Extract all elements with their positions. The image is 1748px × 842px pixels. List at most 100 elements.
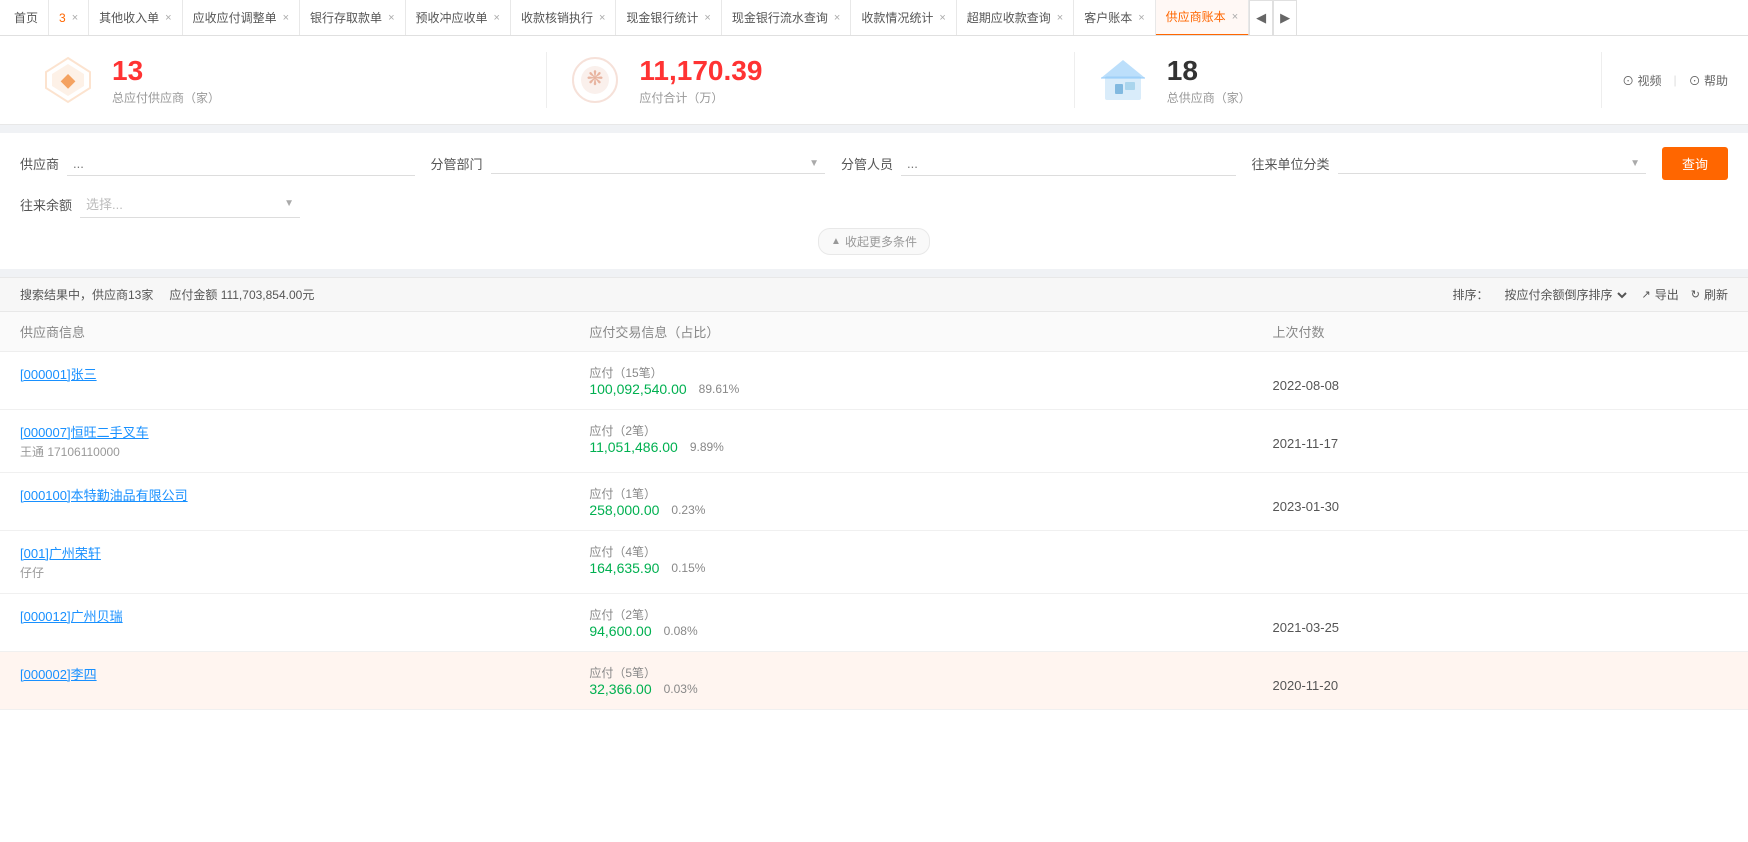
stat-block-total-suppliers: 18 总供应商（家）: [1075, 52, 1602, 108]
top-right-links: ⊙ 视频 | ⊙ 帮助: [1602, 72, 1728, 89]
nav-tab-recv-stat[interactable]: 收款情况统计 ×: [851, 0, 956, 36]
tx-amount[interactable]: 94,600.00: [589, 623, 651, 639]
supplier-link[interactable]: [000012]广州贝瑞: [20, 606, 589, 625]
category-filter-label: 往来单位分类: [1252, 154, 1330, 173]
supplier-link[interactable]: [000002]李四: [20, 664, 589, 683]
table-row[interactable]: [000007]恒旺二手叉车 王通 17106110000 应付（2笔） 11,…: [0, 410, 1748, 473]
close-tab-other-income[interactable]: ×: [165, 12, 171, 24]
tx-label: 应付（2笔）: [589, 422, 1272, 439]
nav-tab-adjustment[interactable]: 应收应付调整单 ×: [183, 0, 300, 36]
refresh-icon: ↻: [1691, 288, 1700, 301]
supplier-info: [000001]张三: [20, 364, 589, 385]
shop-icon: [1095, 52, 1151, 108]
tx-amount[interactable]: 164,635.90: [589, 560, 659, 576]
diamond-icon: ◆: [40, 52, 96, 108]
table-body: [000001]张三 应付（15笔） 100,092,540.00 89.61%…: [0, 352, 1748, 842]
sort-select[interactable]: 按应付余额倒序排序: [1501, 287, 1630, 303]
result-bar: 搜索结果中，供应商13家 应付金额 111,703,854.00元 排序： 按应…: [0, 277, 1748, 312]
transaction-info: 应付（2笔） 11,051,486.00 9.89%: [589, 422, 1272, 455]
close-tab-adjustment[interactable]: ×: [283, 12, 289, 24]
close-tab-cash-flow[interactable]: ×: [834, 12, 840, 24]
collapse-button[interactable]: ▲ 收起更多条件: [818, 228, 930, 255]
supplier-link[interactable]: [000001]张三: [20, 364, 589, 383]
close-tab-cash-stat[interactable]: ×: [704, 12, 710, 24]
supplier-info: [000002]李四: [20, 664, 589, 685]
balance-filter-label: 往来余额: [20, 195, 72, 214]
tx-percent: 9.89%: [690, 440, 724, 454]
tx-percent: 0.03%: [664, 682, 698, 696]
nav-tab-cash-flow[interactable]: 现金银行流水查询 ×: [722, 0, 851, 36]
table-row[interactable]: [000001]张三 应付（15笔） 100,092,540.00 89.61%…: [0, 352, 1748, 410]
filter-row-2: 往来余额 选择... ▼: [20, 190, 1728, 218]
nav-tab-advance[interactable]: 预收冲应收单 ×: [406, 0, 511, 36]
total-suppliers-number: 18: [1167, 54, 1251, 88]
table-row[interactable]: [000012]广州贝瑞 应付（2笔） 94,600.00 0.08% 2021…: [0, 594, 1748, 652]
supplier-link[interactable]: [001]广州荣轩: [20, 543, 589, 562]
supplier-filter-input[interactable]: [67, 152, 414, 176]
dept-filter-label: 分管部门: [431, 154, 483, 173]
nav-tab-supplier-ledger[interactable]: 供应商账本 ×: [1156, 0, 1249, 36]
grain-icon: ❋: [567, 52, 623, 108]
tx-amount[interactable]: 32,366.00: [589, 681, 651, 697]
nav-prev-arrow[interactable]: ◀: [1249, 0, 1273, 36]
close-tab-3[interactable]: ×: [72, 12, 78, 24]
supplier-info: [000012]广州贝瑞: [20, 606, 589, 627]
filter-supplier: 供应商: [20, 152, 415, 176]
nav-tab-home[interactable]: 首页: [4, 0, 49, 36]
transaction-info: 应付（2笔） 94,600.00 0.08%: [589, 606, 1272, 639]
export-icon: ↗: [1642, 288, 1651, 301]
tx-percent: 0.23%: [671, 503, 705, 517]
filter-balance: 往来余额 选择... ▼: [20, 190, 300, 218]
transaction-info: 应付（1笔） 258,000.00 0.23%: [589, 485, 1272, 518]
tx-label: 应付（1笔）: [589, 485, 1272, 502]
tx-percent: 89.61%: [699, 382, 740, 396]
last-pay-date: 2023-01-30: [1273, 485, 1728, 514]
nav-next-arrow[interactable]: ▶: [1273, 0, 1297, 36]
nav-tab-customer-ledger[interactable]: 客户账本 ×: [1074, 0, 1155, 36]
close-tab-supplier-ledger[interactable]: ×: [1232, 11, 1238, 23]
search-button[interactable]: 查询: [1662, 147, 1728, 180]
close-tab-advance[interactable]: ×: [494, 12, 500, 24]
close-tab-customer-ledger[interactable]: ×: [1138, 12, 1144, 24]
last-pay-date: 2020-11-20: [1273, 664, 1728, 693]
filter-section: 供应商 分管部门 ▼ 分管人员 往来单位分类 ▼ 查询: [0, 133, 1748, 269]
supplier-link[interactable]: [000100]本特勤油品有限公司: [20, 485, 589, 504]
close-tab-collection[interactable]: ×: [599, 12, 605, 24]
close-tab-overdue[interactable]: ×: [1057, 12, 1063, 24]
nav-tab-bank[interactable]: 银行存取款单 ×: [300, 0, 405, 36]
table-header: 供应商信息 应付交易信息（占比） 上次付数: [0, 312, 1748, 352]
transaction-info: 应付（5笔） 32,366.00 0.03%: [589, 664, 1272, 697]
collapse-chevron-up-icon: ▲: [831, 236, 841, 247]
supplier-link[interactable]: [000007]恒旺二手叉车: [20, 422, 589, 441]
nav-tab-collection[interactable]: 收款核销执行 ×: [511, 0, 616, 36]
export-button[interactable]: ↗ 导出: [1642, 286, 1679, 303]
tx-amount[interactable]: 100,092,540.00: [589, 381, 686, 397]
stat-block-payable-total: ❋ 11,170.39 应付合计（万）: [547, 52, 1074, 108]
nav-tab-cash-stat[interactable]: 现金银行统计 ×: [616, 0, 721, 36]
table-row[interactable]: [000002]李四 应付（5笔） 32,366.00 0.03% 2020-1…: [0, 652, 1748, 710]
close-tab-bank[interactable]: ×: [388, 12, 394, 24]
help-link[interactable]: ⊙ 帮助: [1689, 72, 1728, 89]
help-icon: ⊙: [1689, 74, 1701, 88]
nav-tab-overdue[interactable]: 超期应收款查询 ×: [957, 0, 1074, 36]
nav-tab-other-income[interactable]: 其他收入单 ×: [89, 0, 182, 36]
total-suppliers-label: 总供应商（家）: [1167, 89, 1251, 106]
col-header-supplier: 供应商信息: [20, 322, 589, 341]
tx-amount[interactable]: 258,000.00: [589, 502, 659, 518]
tx-label: 应付（2笔）: [589, 606, 1272, 623]
balance-dropdown[interactable]: 选择... ▼: [80, 190, 300, 218]
dept-dropdown[interactable]: ▼: [491, 154, 825, 174]
video-link[interactable]: ⊙ 视频: [1622, 72, 1661, 89]
close-tab-recv-stat[interactable]: ×: [939, 12, 945, 24]
tx-label: 应付（15笔）: [589, 364, 1272, 381]
refresh-button[interactable]: ↻ 刷新: [1691, 286, 1728, 303]
result-supplier-count: 搜索结果中，供应商13家: [20, 286, 153, 303]
table-row[interactable]: [001]广州荣轩 仔仔 应付（4笔） 164,635.90 0.15%: [0, 531, 1748, 594]
tx-amount[interactable]: 11,051,486.00: [589, 439, 678, 455]
transaction-info: 应付（4笔） 164,635.90 0.15%: [589, 543, 1272, 576]
person-filter-input[interactable]: [901, 152, 1235, 176]
table-row[interactable]: [000100]本特勤油品有限公司 应付（1笔） 258,000.00 0.23…: [0, 473, 1748, 531]
person-filter-label: 分管人员: [841, 154, 893, 173]
nav-tab-3[interactable]: 3 ×: [49, 0, 89, 36]
category-dropdown[interactable]: ▼: [1338, 154, 1646, 174]
